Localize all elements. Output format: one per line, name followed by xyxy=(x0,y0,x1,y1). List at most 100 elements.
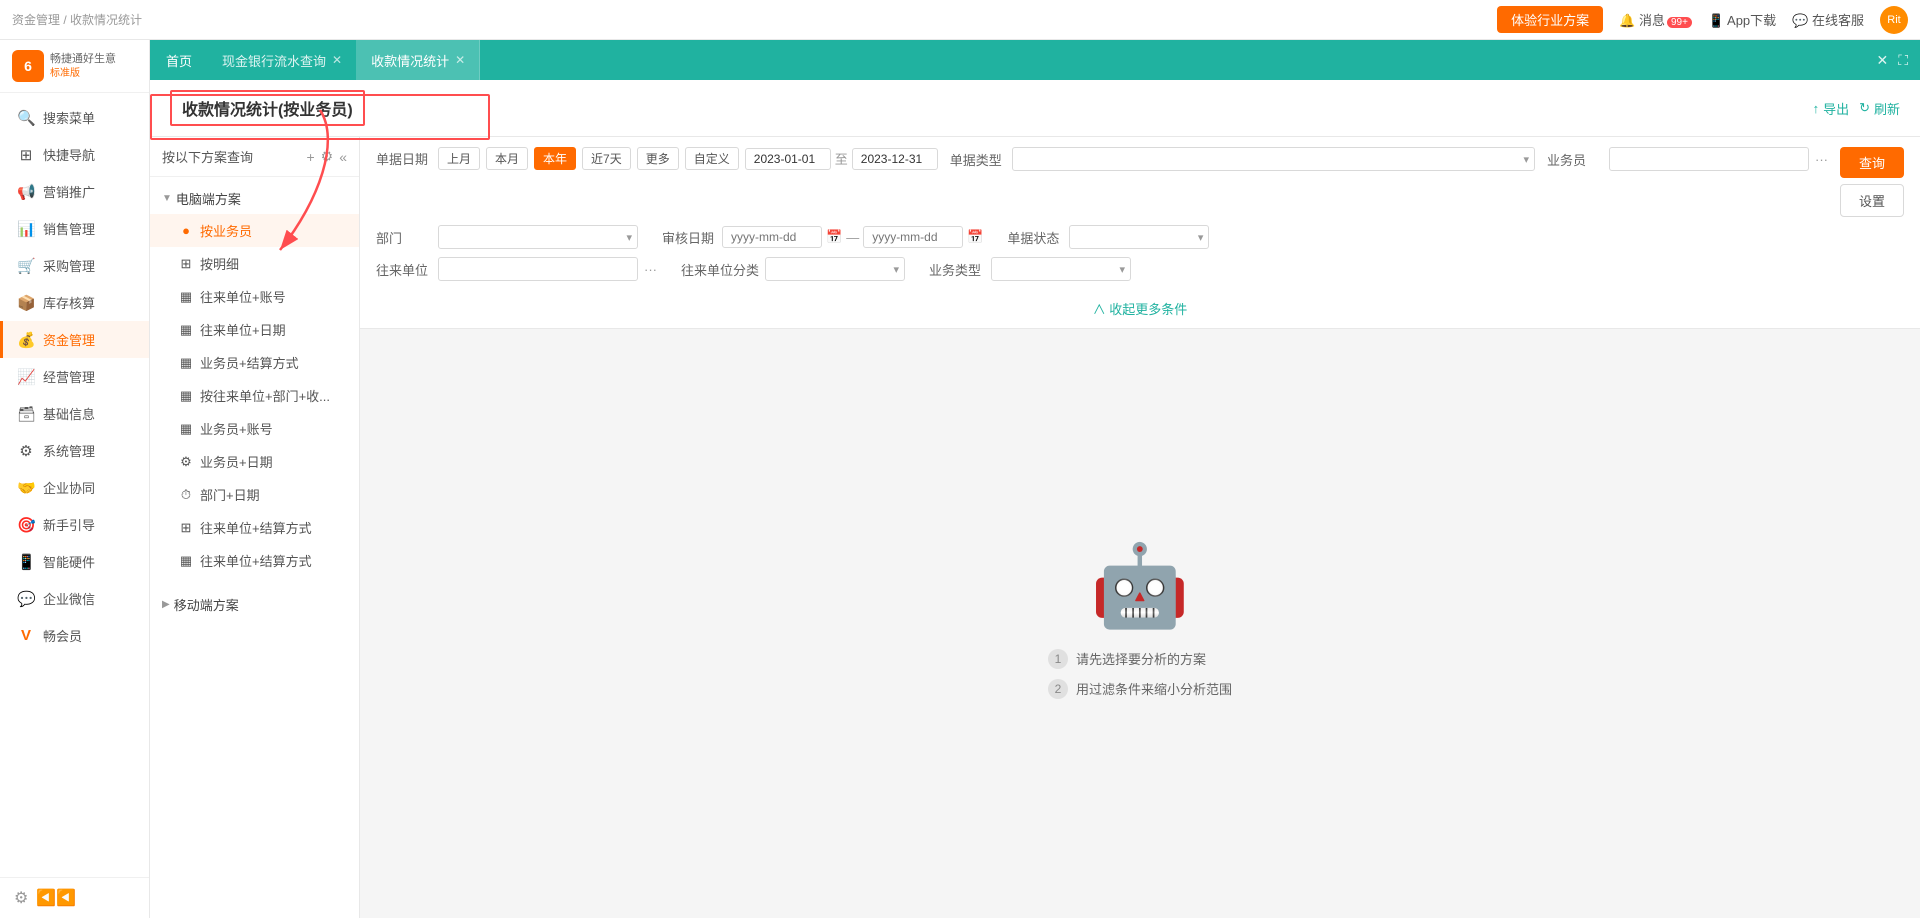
settings-button[interactable]: 设置 xyxy=(1840,184,1904,217)
dept-select-wrapper xyxy=(438,225,638,249)
data-step-2: 2 用过滤条件来缩小分析范围 xyxy=(1048,679,1232,699)
tree-item-by-detail[interactable]: ⊞ 按明细 xyxy=(150,247,359,280)
left-panel-icons: + ⚙ « xyxy=(306,148,347,165)
step-1-num: 1 xyxy=(1048,649,1068,669)
tree-arrow-mobile: ▶ xyxy=(162,599,170,610)
date-btn-last-month[interactable]: 上月 xyxy=(438,147,480,170)
partner-filter: 往来单位 ··· xyxy=(376,257,657,281)
sidebar-item-inventory[interactable]: 📦 库存核算 xyxy=(0,284,149,321)
staff-settlement-icon: ▦ xyxy=(178,355,194,371)
tab-close-all-icon[interactable]: ✕ xyxy=(1876,52,1888,69)
tree-item-staff-settlement[interactable]: ▦ 业务员+结算方式 xyxy=(150,346,359,379)
left-panel-title: 按以下方案查询 xyxy=(162,147,253,166)
tree-item-unit-account[interactable]: ▦ 往来单位+账号 xyxy=(150,280,359,313)
date-label: 单据日期 xyxy=(376,149,432,168)
tree-item-staff-date[interactable]: ⚙ 业务员+日期 xyxy=(150,445,359,478)
date-btn-7days[interactable]: 近7天 xyxy=(582,147,631,170)
tab-home[interactable]: 首页 xyxy=(150,40,208,80)
date-filter-group: 单据日期 上月 本月 本年 近7天 更多 自定义 至 xyxy=(376,147,938,170)
date-btn-custom[interactable]: 自定义 xyxy=(685,147,739,170)
tab-collection-stats-close[interactable]: ✕ xyxy=(455,53,465,67)
left-panel-header: 按以下方案查询 + ⚙ « xyxy=(150,137,359,177)
tree-item-unit-settle2[interactable]: ▦ 往来单位+结算方式 xyxy=(150,544,359,577)
date-to-input[interactable] xyxy=(852,148,938,170)
staff-filter: 业务员 ··· xyxy=(1547,147,1828,171)
export-btn[interactable]: ↑ 导出 xyxy=(1813,99,1850,118)
sidebar-item-cooperation[interactable]: 🤝 企业协同 xyxy=(0,469,149,506)
wechat-icon: 💬 xyxy=(17,590,35,608)
sidebar-item-finance[interactable]: 💰 资金管理 xyxy=(0,321,149,358)
tree-item-staff-account[interactable]: ▦ 业务员+账号 xyxy=(150,412,359,445)
date-sep: 至 xyxy=(835,149,848,168)
dept-select[interactable] xyxy=(438,225,638,249)
date-btn-more[interactable]: 更多 xyxy=(637,147,679,170)
sidebar-item-marketing[interactable]: 📢 营销推广 xyxy=(0,173,149,210)
biz-type-select[interactable] xyxy=(991,257,1131,281)
step-2-num: 2 xyxy=(1048,679,1068,699)
date-from-input[interactable] xyxy=(745,148,831,170)
trial-btn[interactable]: 体验行业方案 xyxy=(1497,6,1603,33)
quicknav-icon: ⊞ xyxy=(17,146,35,164)
partner-category-filter: 往来单位分类 xyxy=(681,257,905,281)
partner-category-select[interactable] xyxy=(765,257,905,281)
partner-label: 往来单位 xyxy=(376,260,432,279)
sidebar-item-purchase[interactable]: 🛒 采购管理 xyxy=(0,247,149,284)
refresh-btn[interactable]: ↻ 刷新 xyxy=(1859,99,1900,118)
tree-item-unit-settle1[interactable]: ⊞ 往来单位+结算方式 xyxy=(150,511,359,544)
tree-mobile-title[interactable]: ▶ 移动端方案 xyxy=(150,589,359,620)
app-download-link[interactable]: 📱 App下载 xyxy=(1708,10,1776,29)
sidebar-item-operation[interactable]: 📈 经营管理 xyxy=(0,358,149,395)
doc-type-select[interactable] xyxy=(1012,147,1535,171)
staff-input[interactable] xyxy=(1609,147,1809,171)
refresh-icon: ↻ xyxy=(1859,100,1870,116)
query-button[interactable]: 查询 xyxy=(1840,147,1904,178)
dept-filter: 部门 xyxy=(376,225,638,249)
tree-desktop-title[interactable]: ▼ 电脑端方案 xyxy=(150,183,359,214)
page-header: 收款情况统计(按业务员) ↑ 导出 ↻ 刷新 xyxy=(150,80,1920,137)
sidebar-item-guide[interactable]: 🎯 新手引导 xyxy=(0,506,149,543)
staff-date-icon: ⚙ xyxy=(178,454,194,470)
settings-scheme-btn[interactable]: ⚙ xyxy=(321,148,334,165)
sidebar-item-system[interactable]: ⚙ 系统管理 xyxy=(0,432,149,469)
review-date-label: 审核日期 xyxy=(662,228,718,247)
biz-type-select-wrapper xyxy=(991,257,1131,281)
date-btn-this-year[interactable]: 本年 xyxy=(534,147,576,170)
tree-item-unit-date[interactable]: ▦ 往来单位+日期 xyxy=(150,313,359,346)
collapse-sidebar-icon[interactable]: ◀‍◀ xyxy=(36,888,76,908)
review-date-from[interactable] xyxy=(722,226,822,248)
partner-input[interactable] xyxy=(438,257,638,281)
filter-area: 单据日期 上月 本月 本年 近7天 更多 自定义 至 xyxy=(360,137,1920,329)
sidebar-item-search[interactable]: 🔍 搜索菜单 xyxy=(0,99,149,136)
sidebar-item-wechat[interactable]: 💬 企业微信 xyxy=(0,580,149,617)
staff-more-icon[interactable]: ··· xyxy=(1815,152,1828,167)
tree-item-dept-date[interactable]: ⏱ 部门+日期 xyxy=(150,478,359,511)
add-scheme-btn[interactable]: + xyxy=(306,149,314,165)
doc-status-select[interactable] xyxy=(1069,225,1209,249)
sidebar-item-sales[interactable]: 📊 销售管理 xyxy=(0,210,149,247)
tab-bank-flow[interactable]: 现金银行流水查询 ✕ xyxy=(208,40,357,80)
collapse-panel-btn[interactable]: « xyxy=(339,149,347,165)
avatar[interactable]: Rit xyxy=(1880,6,1908,34)
right-content: 单据日期 上月 本月 本年 近7天 更多 自定义 至 xyxy=(360,137,1920,918)
sidebar-item-hardware[interactable]: 📱 智能硬件 xyxy=(0,543,149,580)
sidebar-item-quicknav[interactable]: ⊞ 快捷导航 xyxy=(0,136,149,173)
partner-more-icon[interactable]: ··· xyxy=(644,262,657,277)
sidebar: 6 畅捷通好生意 标准版 🔍 搜索菜单 ⊞ 快捷导航 xyxy=(0,40,150,918)
sidebar-item-basic[interactable]: 🗃 基础信息 xyxy=(0,395,149,432)
messages-icon[interactable]: 🔔 消息99+ xyxy=(1619,10,1692,29)
tree-item-by-staff[interactable]: ● 按业务员 xyxy=(150,214,359,247)
review-date-to[interactable] xyxy=(863,226,963,248)
date-btn-this-month[interactable]: 本月 xyxy=(486,147,528,170)
finance-icon: 💰 xyxy=(17,331,35,349)
collapse-bar[interactable]: ∧ 收起更多条件 xyxy=(360,289,1920,329)
tree-item-unit-dept[interactable]: ▦ 按往来单位+部门+收... xyxy=(150,379,359,412)
step-1-text: 请先选择要分析的方案 xyxy=(1076,649,1206,668)
tab-collection-stats[interactable]: 收款情况统计 ✕ xyxy=(357,40,480,80)
settings-bottom-icon[interactable]: ⚙ xyxy=(14,888,28,908)
tab-expand-icon[interactable]: ⛶ xyxy=(1898,52,1908,69)
online-service-link[interactable]: 💬 在线客服 xyxy=(1792,10,1864,29)
sidebar-item-member[interactable]: V 畅会员 xyxy=(0,617,149,654)
breadcrumb: 资金管理 / 收款情况统计 xyxy=(12,11,142,28)
tab-bank-flow-close[interactable]: ✕ xyxy=(332,53,342,67)
by-staff-icon: ● xyxy=(178,223,194,238)
